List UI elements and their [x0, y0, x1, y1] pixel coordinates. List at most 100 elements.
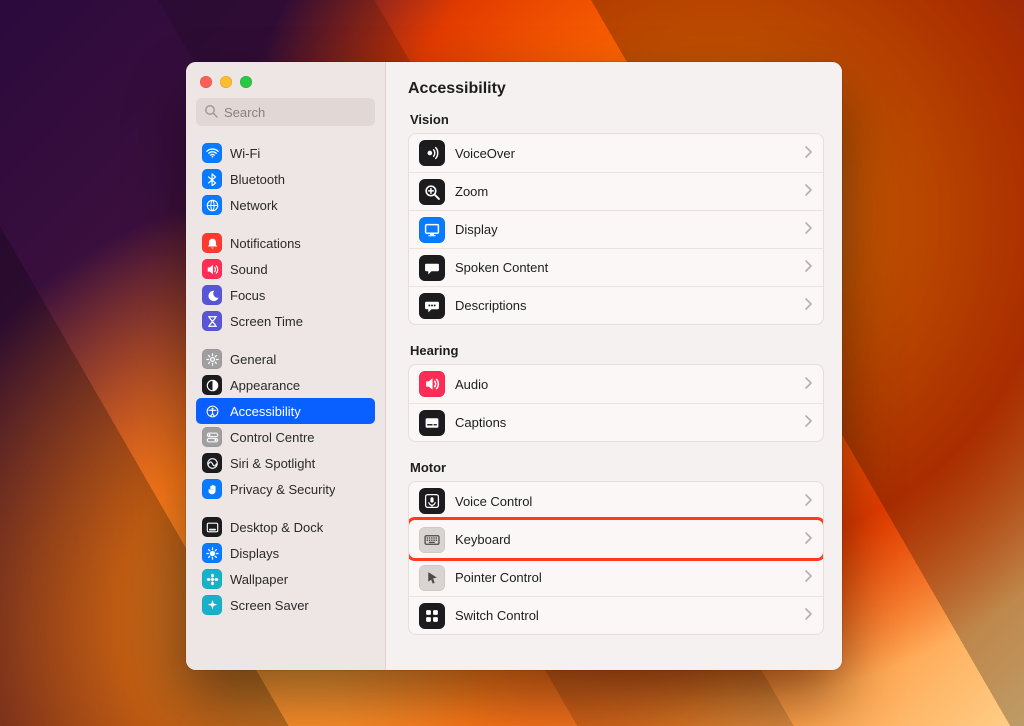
sidebar-item-siri[interactable]: Siri & Spotlight [196, 450, 375, 476]
desktopdock-icon [202, 517, 222, 537]
voiceover-icon [419, 140, 445, 166]
sidebar-item-label: Appearance [230, 378, 300, 393]
sidebar-item-screentime[interactable]: Screen Time [196, 308, 375, 334]
content-pane: Accessibility Vision VoiceOver Zoom Disp… [386, 62, 842, 670]
row-label: Spoken Content [455, 260, 795, 275]
chevron-right-icon [805, 532, 813, 547]
descriptions-icon [419, 293, 445, 319]
sidebar-item-label: Siri & Spotlight [230, 456, 315, 471]
sidebar-item-label: Screen Time [230, 314, 303, 329]
sidebar-item-accessibility[interactable]: Accessibility [196, 398, 375, 424]
row-label: VoiceOver [455, 146, 795, 161]
displays-icon [202, 543, 222, 563]
sidebar-item-desktopdock[interactable]: Desktop & Dock [196, 514, 375, 540]
chevron-right-icon [805, 184, 813, 199]
row-label: Captions [455, 415, 795, 430]
row-audio[interactable]: Audio [409, 365, 823, 403]
row-zoom[interactable]: Zoom [409, 172, 823, 210]
search-input[interactable] [224, 105, 367, 120]
screensaver-icon [202, 595, 222, 615]
siri-icon [202, 453, 222, 473]
sidebar-item-focus[interactable]: Focus [196, 282, 375, 308]
chevron-right-icon [805, 298, 813, 313]
sidebar-item-sound[interactable]: Sound [196, 256, 375, 282]
sidebar-item-displays[interactable]: Displays [196, 540, 375, 566]
sidebar-item-network[interactable]: Network [196, 192, 375, 218]
sidebar-item-label: General [230, 352, 276, 367]
sidebar-item-general[interactable]: General [196, 346, 375, 372]
sidebar-item-label: Wi-Fi [230, 146, 260, 161]
sidebar-item-appearance[interactable]: Appearance [196, 372, 375, 398]
row-switchcontrol[interactable]: Switch Control [409, 596, 823, 634]
sidebar-item-controlcentre[interactable]: Control Centre [196, 424, 375, 450]
audio-icon [419, 371, 445, 397]
row-captions[interactable]: Captions [409, 403, 823, 441]
captions-icon [419, 410, 445, 436]
minimize-window-button[interactable] [220, 76, 232, 88]
row-keyboard[interactable]: Keyboard [409, 520, 823, 558]
sidebar-item-label: Displays [230, 546, 279, 561]
section-label-hearing: Hearing [410, 343, 824, 358]
sidebar: Wi-Fi Bluetooth Network Notifications So… [186, 62, 386, 670]
row-label: Zoom [455, 184, 795, 199]
section-label-vision: Vision [410, 112, 824, 127]
row-label: Keyboard [455, 532, 795, 547]
chevron-right-icon [805, 260, 813, 275]
row-label: Switch Control [455, 608, 795, 623]
appearance-icon [202, 375, 222, 395]
zoom-window-button[interactable] [240, 76, 252, 88]
sound-icon [202, 259, 222, 279]
row-descriptions[interactable]: Descriptions [409, 286, 823, 324]
search-icon [204, 104, 218, 121]
row-label: Voice Control [455, 494, 795, 509]
sidebar-item-wallpaper[interactable]: Wallpaper [196, 566, 375, 592]
wifi-icon [202, 143, 222, 163]
sidebar-item-label: Sound [230, 262, 268, 277]
chevron-right-icon [805, 222, 813, 237]
bluetooth-icon [202, 169, 222, 189]
chevron-right-icon [805, 415, 813, 430]
focus-icon [202, 285, 222, 305]
controlcentre-icon [202, 427, 222, 447]
sidebar-item-label: Accessibility [230, 404, 301, 419]
sidebar-item-label: Desktop & Dock [230, 520, 323, 535]
section-label-motor: Motor [410, 460, 824, 475]
chevron-right-icon [805, 146, 813, 161]
chevron-right-icon [805, 377, 813, 392]
network-icon [202, 195, 222, 215]
sidebar-item-label: Network [230, 198, 278, 213]
sidebar-item-screensaver[interactable]: Screen Saver [196, 592, 375, 618]
chevron-right-icon [805, 608, 813, 623]
screentime-icon [202, 311, 222, 331]
sidebar-item-label: Control Centre [230, 430, 315, 445]
settings-window: Wi-Fi Bluetooth Network Notifications So… [186, 62, 842, 670]
sidebar-item-bluetooth[interactable]: Bluetooth [196, 166, 375, 192]
display-icon [419, 217, 445, 243]
sidebar-item-label: Wallpaper [230, 572, 288, 587]
close-window-button[interactable] [200, 76, 212, 88]
sidebar-item-label: Notifications [230, 236, 301, 251]
chevron-right-icon [805, 570, 813, 585]
sidebar-item-notifications[interactable]: Notifications [196, 230, 375, 256]
zoom-icon [419, 179, 445, 205]
row-label: Descriptions [455, 298, 795, 313]
sidebar-item-label: Screen Saver [230, 598, 309, 613]
row-display[interactable]: Display [409, 210, 823, 248]
row-spokencontent[interactable]: Spoken Content [409, 248, 823, 286]
sidebar-item-label: Bluetooth [230, 172, 285, 187]
row-pointercontrol[interactable]: Pointer Control [409, 558, 823, 596]
notifications-icon [202, 233, 222, 253]
spokencontent-icon [419, 255, 445, 281]
voicecontrol-icon [419, 488, 445, 514]
chevron-right-icon [805, 494, 813, 509]
sidebar-item-privacy[interactable]: Privacy & Security [196, 476, 375, 502]
privacy-icon [202, 479, 222, 499]
row-label: Display [455, 222, 795, 237]
row-voiceover[interactable]: VoiceOver [409, 134, 823, 172]
search-field[interactable] [196, 98, 375, 126]
sidebar-item-label: Focus [230, 288, 265, 303]
row-voicecontrol[interactable]: Voice Control [409, 482, 823, 520]
wallpaper-icon [202, 569, 222, 589]
page-title: Accessibility [408, 80, 824, 98]
sidebar-item-wifi[interactable]: Wi-Fi [196, 140, 375, 166]
